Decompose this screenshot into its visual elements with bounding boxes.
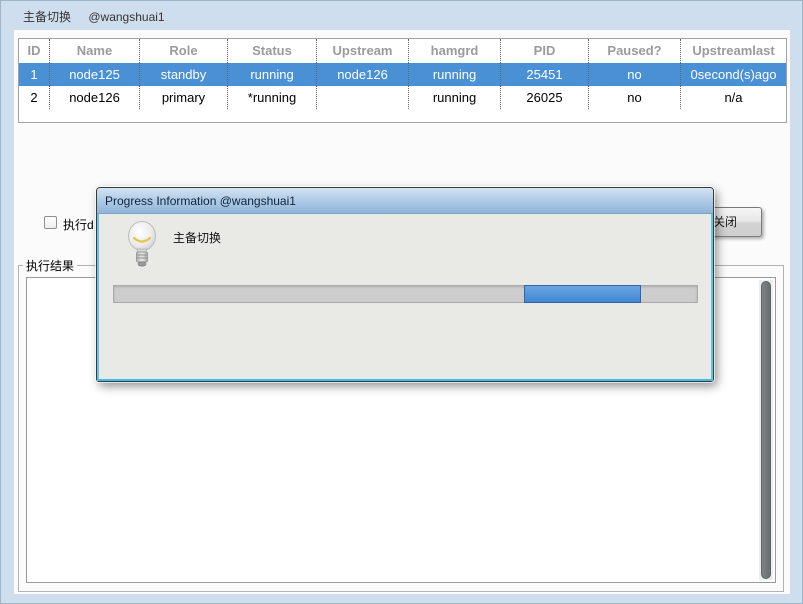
cell-role[interactable]: primary	[140, 86, 228, 109]
cell-upstreamlast[interactable]: n/a	[681, 86, 786, 109]
cell-paused[interactable]: no	[589, 86, 681, 109]
cell-upstream[interactable]: node126	[317, 63, 409, 86]
cell-id[interactable]: 1	[19, 63, 50, 86]
cell-paused[interactable]: no	[589, 63, 681, 86]
col-header-paused: Paused?	[589, 39, 681, 63]
progress-bar	[113, 285, 698, 303]
col-header-upstream: Upstream	[317, 39, 409, 63]
node-status-table: ID Name Role Status Upstream hamgrd PID …	[18, 38, 787, 123]
col-header-status: Status	[228, 39, 317, 63]
col-header-hamgrd: hamgrd	[409, 39, 501, 63]
window-title-user: @wangshuai1	[88, 10, 165, 24]
cell-id[interactable]: 2	[19, 86, 50, 109]
table-row-node125[interactable]: 1 node125 standby running node126 runnin…	[19, 63, 786, 86]
cell-role[interactable]: standby	[140, 63, 228, 86]
dry-run-checkbox[interactable]	[44, 216, 57, 229]
col-header-role: Role	[140, 39, 228, 63]
cell-status[interactable]: *running	[228, 86, 317, 109]
cell-pid[interactable]: 25451	[501, 63, 589, 86]
scrollbar-thumb[interactable]	[761, 281, 771, 579]
cell-name[interactable]: node126	[50, 86, 140, 109]
window-title: 主备切换 @wangshuai1	[23, 8, 165, 25]
window-title-text: 主备切换	[23, 10, 72, 24]
dialog-title: Progress Information @wangshuai1	[105, 194, 296, 208]
dialog-titlebar[interactable]: Progress Information @wangshuai1	[97, 188, 713, 214]
cell-hamgrd[interactable]: running	[409, 86, 501, 109]
col-header-upstreamlast: Upstreamlast	[692, 43, 775, 58]
progress-bar-chunk	[524, 285, 641, 303]
vertical-scrollbar[interactable]	[759, 280, 773, 580]
progress-dialog: Progress Information @wangshuai1 主备切换	[96, 187, 714, 382]
cell-upstreamlast[interactable]: 0second(s)ago	[681, 63, 786, 86]
cell-name[interactable]: node125	[50, 63, 140, 86]
col-header-id: ID	[19, 39, 50, 63]
col-header-pid: PID	[501, 39, 589, 63]
cell-upstream[interactable]	[317, 86, 409, 109]
dialog-body: 主备切换	[97, 214, 713, 381]
cell-status[interactable]: running	[228, 63, 317, 86]
dry-run-checkbox-label: 执行d	[63, 218, 94, 232]
table-row-node126[interactable]: 2 node126 primary *running running 26025…	[19, 86, 786, 109]
cell-pid[interactable]: 26025	[501, 86, 589, 109]
dialog-message: 主备切换	[173, 231, 222, 245]
cell-hamgrd[interactable]: running	[409, 63, 501, 86]
result-groupbox-label: 执行结果	[23, 257, 78, 274]
lightbulb-icon	[128, 221, 156, 267]
table-header-row: ID Name Role Status Upstream hamgrd PID …	[19, 39, 786, 63]
col-header-name: Name	[50, 39, 140, 63]
